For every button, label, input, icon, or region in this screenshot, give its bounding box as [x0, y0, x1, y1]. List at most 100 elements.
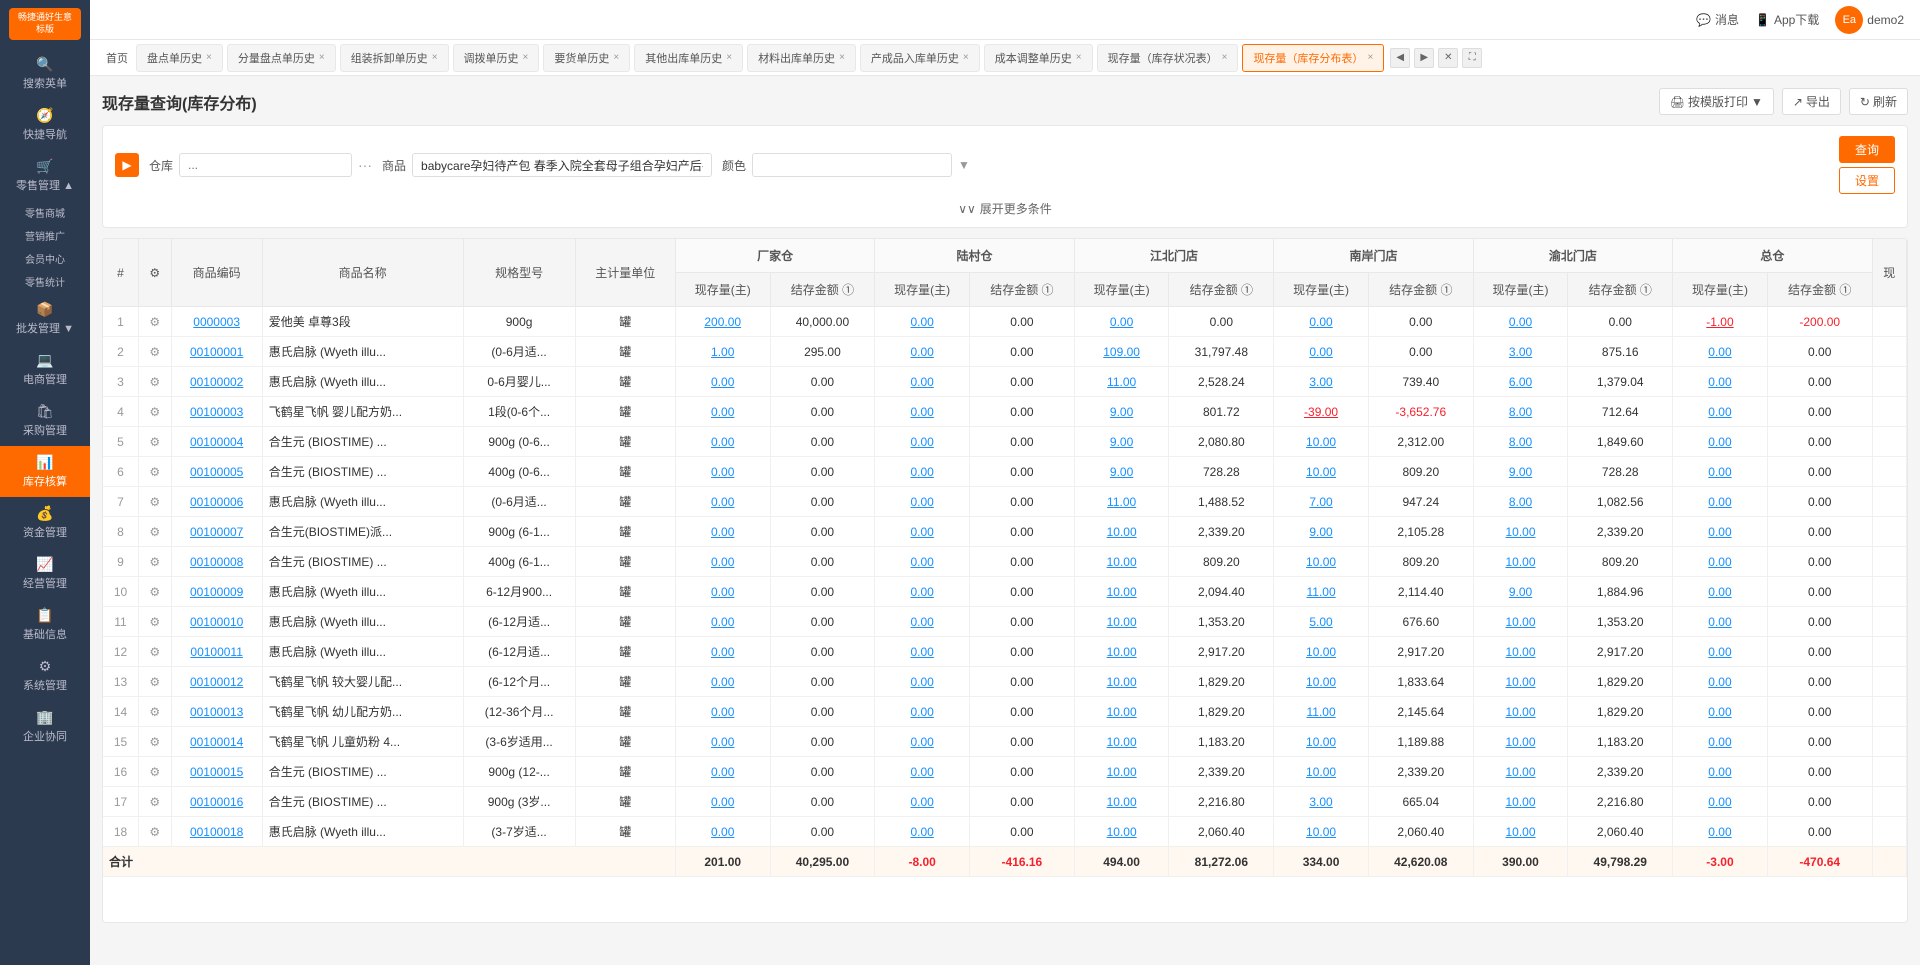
row-nanan-cun[interactable]: 7.00: [1274, 487, 1369, 517]
row-yubei-cun[interactable]: 6.00: [1473, 367, 1568, 397]
sidebar-item-wholesale[interactable]: 📦 批发管理 ▼: [0, 293, 90, 344]
row-product-code[interactable]: 00100013: [171, 697, 262, 727]
tab-cost-adjust[interactable]: 成本调整单历史 ×: [984, 44, 1093, 72]
sidebar-item-retail-store[interactable]: 零售商城: [0, 201, 90, 224]
tab-next-btn[interactable]: ▶: [1414, 48, 1434, 68]
row-product-code[interactable]: 00100005: [171, 457, 262, 487]
close-icon[interactable]: ×: [839, 52, 845, 63]
refresh-btn[interactable]: ↻ 刷新: [1849, 88, 1908, 115]
row-lucun-cun[interactable]: 0.00: [875, 727, 970, 757]
row-zongcang-cun[interactable]: 0.00: [1673, 517, 1768, 547]
row-jiangbei-cun[interactable]: 10.00: [1074, 547, 1169, 577]
row-changjia-cun[interactable]: 0.00: [675, 727, 770, 757]
row-lucun-cun[interactable]: 0.00: [875, 547, 970, 577]
tab-order-history[interactable]: 要货单历史 ×: [543, 44, 630, 72]
row-nanan-cun[interactable]: 10.00: [1274, 727, 1369, 757]
message-btn[interactable]: 💬 消息: [1696, 11, 1739, 28]
row-zongcang-cun[interactable]: 0.00: [1673, 547, 1768, 577]
row-changjia-cun[interactable]: 0.00: [675, 787, 770, 817]
row-lucun-cun[interactable]: 0.00: [875, 367, 970, 397]
row-product-code[interactable]: 00100004: [171, 427, 262, 457]
row-changjia-cun[interactable]: 0.00: [675, 577, 770, 607]
row-zongcang-cun[interactable]: -1.00: [1673, 307, 1768, 337]
row-product-code[interactable]: 00100015: [171, 757, 262, 787]
row-jiangbei-cun[interactable]: 11.00: [1074, 487, 1169, 517]
row-gear[interactable]: ⚙: [138, 697, 171, 727]
color-dropdown-icon[interactable]: ▼: [958, 158, 970, 172]
row-changjia-cun[interactable]: 0.00: [675, 427, 770, 457]
row-gear[interactable]: ⚙: [138, 517, 171, 547]
row-yubei-cun[interactable]: 9.00: [1473, 577, 1568, 607]
row-product-code[interactable]: 00100014: [171, 727, 262, 757]
row-changjia-cun[interactable]: 0.00: [675, 457, 770, 487]
sidebar-item-basic[interactable]: 📋 基础信息: [0, 599, 90, 650]
filter-expand-btn[interactable]: ▶: [115, 153, 139, 177]
row-zongcang-cun[interactable]: 0.00: [1673, 697, 1768, 727]
close-icon[interactable]: ×: [1367, 52, 1373, 63]
row-yubei-cun[interactable]: 10.00: [1473, 697, 1568, 727]
row-changjia-cun[interactable]: 0.00: [675, 637, 770, 667]
app-download-btn[interactable]: 📱 App下载: [1755, 11, 1819, 28]
row-zongcang-cun[interactable]: 0.00: [1673, 787, 1768, 817]
row-gear[interactable]: ⚙: [138, 577, 171, 607]
close-icon[interactable]: ×: [963, 52, 969, 63]
row-zongcang-cun[interactable]: 0.00: [1673, 607, 1768, 637]
sidebar-item-retail-stat[interactable]: 零售统计: [0, 270, 90, 293]
row-gear[interactable]: ⚙: [138, 457, 171, 487]
row-nanan-cun[interactable]: 10.00: [1274, 457, 1369, 487]
row-jiangbei-cun[interactable]: 10.00: [1074, 517, 1169, 547]
tab-transfer[interactable]: 调拨单历史 ×: [453, 44, 540, 72]
row-nanan-cun[interactable]: 11.00: [1274, 697, 1369, 727]
row-gear[interactable]: ⚙: [138, 307, 171, 337]
row-gear[interactable]: ⚙: [138, 547, 171, 577]
row-nanan-cun[interactable]: 0.00: [1274, 307, 1369, 337]
tab-home[interactable]: 首页: [98, 50, 136, 66]
row-product-code[interactable]: 00100011: [171, 637, 262, 667]
row-lucun-cun[interactable]: 0.00: [875, 607, 970, 637]
tab-stocktake-history[interactable]: 盘点单历史 ×: [136, 44, 223, 72]
row-lucun-cun[interactable]: 0.00: [875, 517, 970, 547]
row-yubei-cun[interactable]: 8.00: [1473, 427, 1568, 457]
row-product-code[interactable]: 0000003: [171, 307, 262, 337]
row-zongcang-cun[interactable]: 0.00: [1673, 487, 1768, 517]
sidebar-item-search[interactable]: 🔍 搜索英单: [0, 48, 90, 99]
close-icon[interactable]: ×: [726, 52, 732, 63]
row-product-code[interactable]: 00100007: [171, 517, 262, 547]
row-nanan-cun[interactable]: 0.00: [1274, 337, 1369, 367]
th-gear[interactable]: ⚙: [138, 239, 171, 307]
row-changjia-cun[interactable]: 0.00: [675, 397, 770, 427]
row-zongcang-cun[interactable]: 0.00: [1673, 637, 1768, 667]
row-changjia-cun[interactable]: 0.00: [675, 757, 770, 787]
row-product-code[interactable]: 00100003: [171, 397, 262, 427]
row-changjia-cun[interactable]: 0.00: [675, 817, 770, 847]
row-jiangbei-cun[interactable]: 11.00: [1074, 367, 1169, 397]
row-product-code[interactable]: 00100006: [171, 487, 262, 517]
row-lucun-cun[interactable]: 0.00: [875, 487, 970, 517]
row-lucun-cun[interactable]: 0.00: [875, 457, 970, 487]
row-jiangbei-cun[interactable]: 9.00: [1074, 427, 1169, 457]
row-lucun-cun[interactable]: 0.00: [875, 427, 970, 457]
sidebar-item-ecommerce[interactable]: 💻 电商管理: [0, 344, 90, 395]
user-menu[interactable]: Ea demo2: [1835, 6, 1904, 34]
close-icon[interactable]: ×: [523, 52, 529, 63]
row-product-code[interactable]: 00100018: [171, 817, 262, 847]
row-changjia-cun[interactable]: 0.00: [675, 547, 770, 577]
row-yubei-cun[interactable]: 10.00: [1473, 787, 1568, 817]
row-lucun-cun[interactable]: 0.00: [875, 307, 970, 337]
row-gear[interactable]: ⚙: [138, 337, 171, 367]
print-btn[interactable]: 🖨 按模版打印 ▼: [1659, 88, 1774, 115]
row-nanan-cun[interactable]: 5.00: [1274, 607, 1369, 637]
row-nanan-cun[interactable]: 10.00: [1274, 667, 1369, 697]
sidebar-item-retail[interactable]: 🛒 零售管理 ▲: [0, 150, 90, 201]
row-zongcang-cun[interactable]: 0.00: [1673, 667, 1768, 697]
product-input[interactable]: [412, 153, 712, 177]
row-changjia-cun[interactable]: 0.00: [675, 487, 770, 517]
row-nanan-cun[interactable]: 10.00: [1274, 427, 1369, 457]
row-yubei-cun[interactable]: 10.00: [1473, 727, 1568, 757]
row-nanan-cun[interactable]: 10.00: [1274, 817, 1369, 847]
row-nanan-cun[interactable]: 9.00: [1274, 517, 1369, 547]
row-gear[interactable]: ⚙: [138, 787, 171, 817]
row-nanan-cun[interactable]: 10.00: [1274, 547, 1369, 577]
row-yubei-cun[interactable]: 10.00: [1473, 607, 1568, 637]
close-icon[interactable]: ×: [206, 52, 212, 63]
